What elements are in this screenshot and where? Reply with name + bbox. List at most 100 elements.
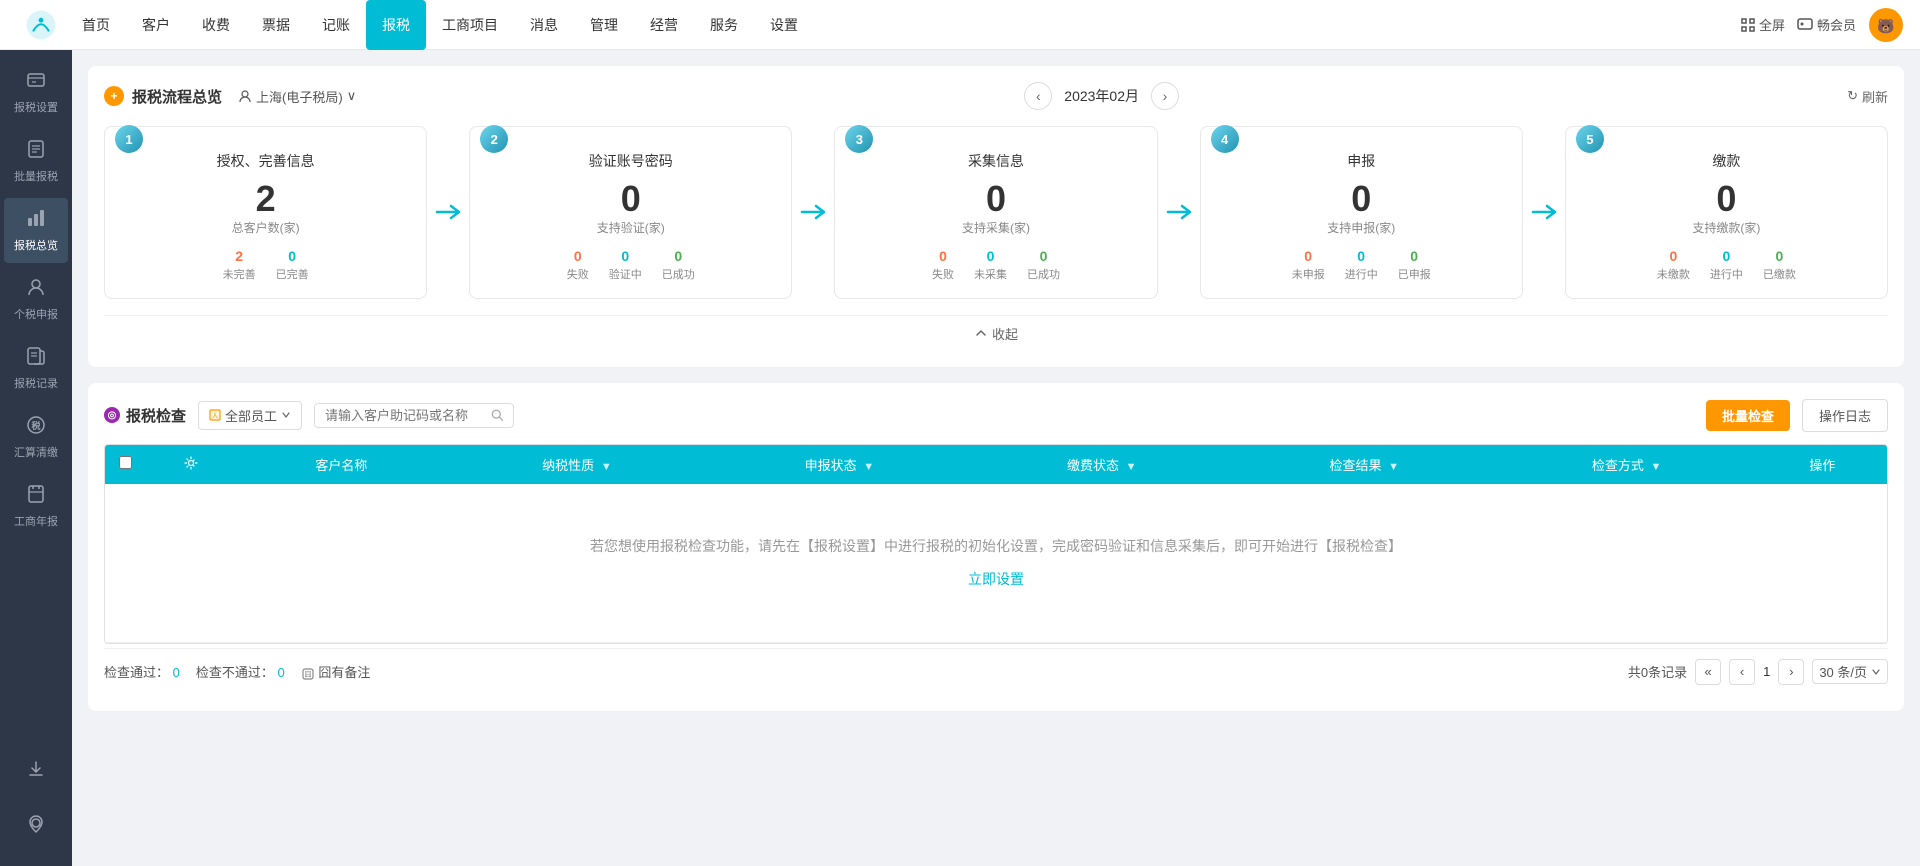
nav-message[interactable]: 消息 [514,0,574,50]
employee-filter[interactable]: 人 全部员工 [198,401,302,430]
step-5-number: 5 [1576,125,1604,153]
nav-home[interactable]: 首页 [66,0,126,50]
search-input[interactable] [325,408,483,423]
select-all-checkbox[interactable] [119,456,132,469]
step-4-stat-2-label: 已申报 [1398,266,1431,282]
employee-icon: 人 [209,409,221,421]
member-button[interactable]: 畅会员 [1797,15,1856,34]
overview-header: + 报税流程总览 上海(电子税局) ∨ ‹ 2023年02月 › ↻ 刷新 [104,82,1888,110]
filter-icon-2[interactable]: ▼ [863,461,874,473]
fail-stat: 检查不通过： 0 [196,662,285,681]
app-logo[interactable] [16,9,66,41]
step-3: 3 采集信息 0 支持采集(家) 0 失败 0 未采集 [834,126,1157,299]
th-tax-nature: 纳税性质 ▼ [446,445,708,484]
user-avatar[interactable]: 🐻 [1868,7,1904,43]
top-navigation: 首页 客户 收费 票据 记账 报税 工商项目 消息 管理 经营 服务 设置 全屏… [0,0,1920,50]
next-month-button[interactable]: › [1151,82,1179,110]
step-1-stat-0-label: 未完善 [223,266,256,282]
nav-business[interactable]: 工商项目 [426,0,514,50]
fail-count-link[interactable]: 0 [278,665,285,680]
filter-icon-3[interactable]: ▼ [1126,461,1137,473]
empty-message: 若您想使用报税检查功能，请先在【报税设置】中进行报税的初始化设置，完成密码验证和… [125,534,1867,559]
location-selector[interactable]: 上海(电子税局) ∨ [238,87,356,106]
nav-management[interactable]: 管理 [574,0,634,50]
sidebar-item-tax-overview[interactable]: 报税总览 [4,198,68,263]
check-title-icon: ◎ [104,407,120,423]
sidebar-item-batch-tax[interactable]: 批量报税 [4,129,68,194]
nav-operation[interactable]: 经营 [634,0,694,50]
step-3-stat-2-value: 0 [1040,248,1048,264]
operation-log-button[interactable]: 操作日志 [1802,399,1888,432]
refresh-button[interactable]: ↻ 刷新 [1847,87,1888,106]
refresh-icon: ↻ [1847,88,1858,104]
annual-report-icon [26,484,46,509]
step-1-count: 2 [121,179,410,219]
step-4-stat-0-value: 0 [1304,248,1312,264]
collapse-button[interactable]: 收起 [104,316,1888,351]
step-2-title: 验证账号密码 [486,151,775,171]
next-page-button[interactable]: › [1778,659,1804,685]
prev-page-button[interactable]: ‹ [1729,659,1755,685]
sidebar-label-tax-overview: 报税总览 [14,237,58,253]
search-icon[interactable] [491,408,503,422]
nav-invoice[interactable]: 票据 [246,0,306,50]
per-page-value: 30 条/页 [1819,662,1867,681]
main-content: + 报税流程总览 上海(电子税局) ∨ ‹ 2023年02月 › ↻ 刷新 [72,50,1920,866]
nav-accounting[interactable]: 记账 [306,0,366,50]
batch-check-button[interactable]: 批量检查 [1706,400,1790,431]
empty-row: 若您想使用报税检查功能，请先在【报税设置】中进行报税的初始化设置，完成密码验证和… [105,484,1887,643]
step-4-sublabel: 支持申报(家) [1217,219,1506,236]
sidebar-item-annual-report[interactable]: 工商年报 [4,474,68,539]
location-text: 上海(电子税局) [256,87,343,106]
nav-settings[interactable]: 设置 [754,0,814,50]
nav-customer[interactable]: 客户 [126,0,186,50]
step-1-stat-1-label: 已完善 [276,266,309,282]
dropdown-chevron-icon [281,410,291,420]
step-5-stat-0-label: 未缴款 [1657,266,1690,282]
step-5-stat-1: 0 进行中 [1710,248,1743,282]
table-body: 若您想使用报税检查功能，请先在【报税设置】中进行报税的初始化设置，完成密码验证和… [105,484,1887,643]
sidebar-item-location[interactable] [23,805,49,848]
table-footer: 检查通过： 0 检查不通过： 0 囧 囧有备注 共0条记录 « ‹ 1 › [104,648,1888,695]
sidebar-item-download[interactable] [23,750,49,793]
th-operation: 操作 [1758,445,1887,484]
step-4-stat-2-value: 0 [1410,248,1418,264]
nav-service[interactable]: 服务 [694,0,754,50]
svg-text:🐻: 🐻 [1877,17,1895,35]
prev-month-button[interactable]: ‹ [1024,82,1052,110]
step-4-stat-1-value: 0 [1357,248,1365,264]
per-page-selector[interactable]: 30 条/页 [1812,659,1888,684]
nav-items: 首页 客户 收费 票据 记账 报税 工商项目 消息 管理 经营 服务 设置 [66,0,1741,50]
svg-text:囧: 囧 [304,671,311,679]
sidebar-label-batch-tax: 批量报税 [14,168,58,184]
step-3-stat-0-value: 0 [939,248,947,264]
collapse-label: 收起 [992,324,1018,343]
sidebar-item-tax-record[interactable]: 报税记录 [4,336,68,401]
step-5-stat-1-value: 0 [1723,248,1731,264]
sidebar-item-tax-settings[interactable]: 报税设置 [4,60,68,125]
sidebar-item-settlement[interactable]: 税 汇算清缴 [4,405,68,470]
pass-count-link[interactable]: 0 [173,665,180,680]
step-5-stat-0-value: 0 [1670,248,1678,264]
chevron-up-icon [974,326,988,340]
filter-icon-4[interactable]: ▼ [1388,461,1399,473]
step-3-stat-0-label: 失败 [932,266,954,282]
settings-icon[interactable] [184,456,198,470]
step-2-count: 0 [486,179,775,219]
nav-fee[interactable]: 收费 [186,0,246,50]
step-5-sublabel: 支持缴款(家) [1582,219,1871,236]
fullscreen-button[interactable]: 全屏 [1741,15,1785,34]
step-1-stat-0-value: 2 [235,248,243,264]
step-4-stat-2: 0 已申报 [1398,248,1431,282]
filter-icon-5[interactable]: ▼ [1651,461,1662,473]
step-1-stat-1-value: 0 [288,248,296,264]
setup-link[interactable]: 立即设置 [968,571,1024,587]
first-page-button[interactable]: « [1695,659,1721,685]
check-title: ◎ 报税检查 [104,405,186,426]
step-4-stat-0-label: 未申报 [1292,266,1325,282]
fullscreen-label: 全屏 [1759,15,1785,34]
nav-tax[interactable]: 报税 [366,0,426,50]
filter-icon-1[interactable]: ▼ [601,461,612,473]
sidebar-item-personal-tax[interactable]: 个税申报 [4,267,68,332]
step-4-stat-1: 0 进行中 [1345,248,1378,282]
